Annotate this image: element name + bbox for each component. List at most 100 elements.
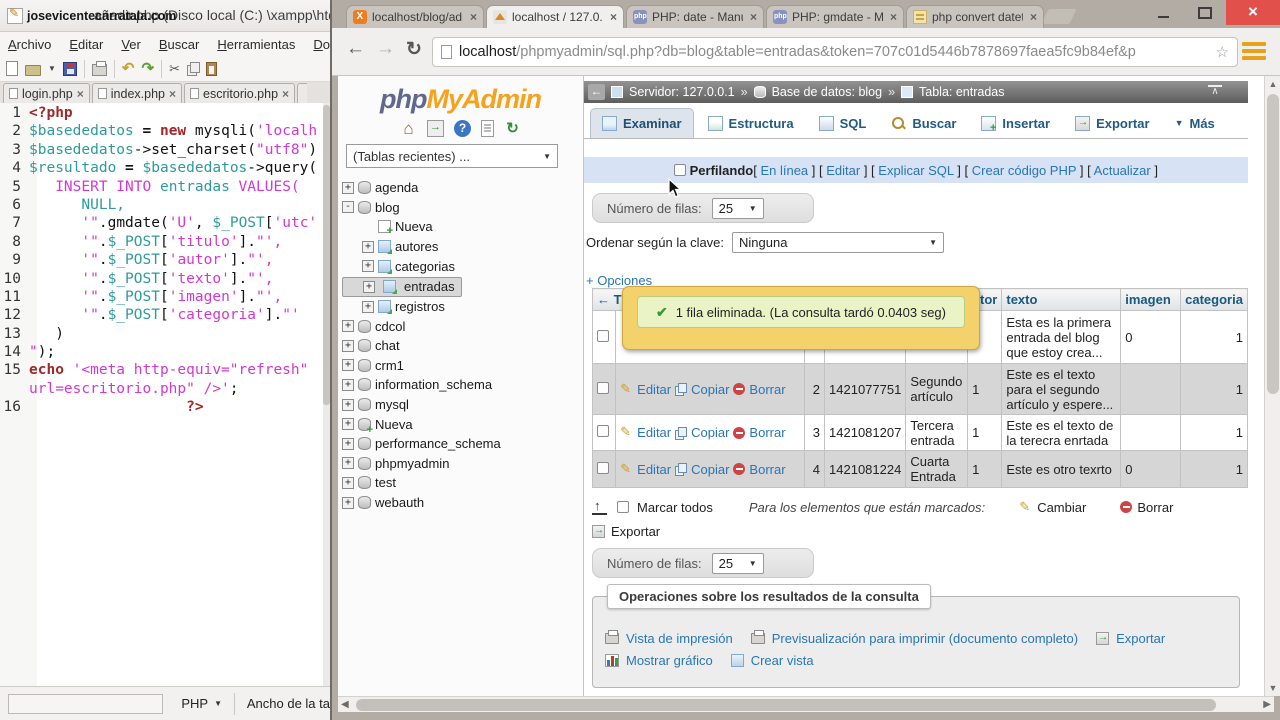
breadcrumb-server[interactable]: Servidor: 127.0.0.1 bbox=[629, 85, 735, 99]
profiling-link-explicar-sql[interactable]: Explicar SQL bbox=[878, 163, 953, 178]
editor-scrollbar[interactable] bbox=[323, 103, 330, 686]
delete-action[interactable]: Borrar bbox=[1120, 500, 1173, 515]
scroll-left-icon[interactable]: ◀ bbox=[341, 699, 349, 710]
sidebar-item-blog[interactable]: - blog bbox=[342, 198, 582, 218]
logout-icon[interactable] bbox=[427, 120, 444, 137]
scroll-up-icon[interactable]: ▲ bbox=[1265, 79, 1280, 89]
menu-archivo[interactable]: Archivo bbox=[8, 37, 51, 52]
copy-link[interactable]: Copiar bbox=[691, 462, 729, 477]
tree-expander-icon[interactable]: + bbox=[342, 476, 354, 489]
num-rows-select[interactable]: 25 ▼ bbox=[711, 197, 764, 219]
delete-link[interactable]: Borrar bbox=[749, 425, 785, 440]
undo-icon[interactable]: ↶ bbox=[122, 61, 135, 76]
browser-tab-php-gmdate-mar[interactable]: PHP: gmdate - Mar × bbox=[766, 5, 904, 28]
editor-tab-partial[interactable] bbox=[297, 83, 308, 103]
change-action[interactable]: Cambiar bbox=[1019, 499, 1086, 515]
home-icon[interactable]: ⌂ bbox=[400, 120, 417, 137]
sidebar-item-categorias[interactable]: + categorias bbox=[342, 256, 582, 276]
pma-tab-sql[interactable]: SQL bbox=[808, 108, 878, 138]
delete-link[interactable]: Borrar bbox=[749, 382, 785, 397]
editor-tab-escritorio-php[interactable]: escritorio.php × bbox=[184, 83, 296, 103]
save-icon[interactable] bbox=[62, 61, 77, 76]
sidebar-item-autores[interactable]: + autores bbox=[342, 237, 582, 257]
collapse-icon[interactable]: ∧ bbox=[1208, 85, 1222, 97]
tree-expander-icon[interactable]: + bbox=[342, 320, 354, 333]
num-rows-select-bottom[interactable]: 25 ▼ bbox=[711, 552, 764, 574]
sidebar-item-webauth[interactable]: + webauth bbox=[342, 493, 582, 513]
sort-select[interactable]: Ninguna ▼ bbox=[732, 232, 945, 253]
edit-link[interactable]: Editar bbox=[637, 382, 671, 397]
column-header-categoria[interactable]: categoria bbox=[1180, 288, 1248, 311]
row-checkbox[interactable] bbox=[597, 425, 609, 437]
browser-tab-php-date-manual[interactable]: PHP: date - Manual × bbox=[626, 5, 764, 28]
language-selector[interactable]: PHP ▼ bbox=[181, 696, 222, 711]
tree-expander-icon[interactable]: + bbox=[342, 496, 354, 509]
sidebar-item-test[interactable]: + test bbox=[342, 473, 582, 493]
browser-tab-localhost-blog-adm[interactable]: localhost/blog/adm × bbox=[346, 5, 484, 28]
cut-icon[interactable]: ✂ bbox=[169, 61, 180, 77]
reload-button[interactable]: ↻ bbox=[406, 38, 422, 61]
sidebar-item-nueva[interactable]: + Nueva bbox=[342, 414, 582, 436]
browser-horizontal-scrollbar[interactable]: ◀ ▶ bbox=[338, 696, 1274, 712]
sidebar-item-nueva[interactable]: Nueva bbox=[342, 217, 582, 237]
ops-link-vista-de-impresi-n[interactable]: Vista de impresión bbox=[626, 631, 733, 646]
close-icon[interactable]: × bbox=[282, 87, 289, 101]
copy-link[interactable]: Copiar bbox=[691, 425, 729, 440]
tab-close-icon[interactable]: × bbox=[1030, 10, 1037, 24]
editor-title-bar[interactable]: josevicentecarratala.com añadir.php (Dis… bbox=[0, 0, 330, 32]
breadcrumb-database[interactable]: Base de datos: blog bbox=[772, 85, 883, 99]
tree-expander-icon[interactable]: + bbox=[362, 260, 374, 273]
tree-expander-icon[interactable]: + bbox=[342, 378, 354, 391]
sidebar-item-performance-schema[interactable]: + performance_schema bbox=[342, 434, 582, 454]
copy-link[interactable]: Copiar bbox=[691, 382, 729, 397]
sidebar-item-cdcol[interactable]: + cdcol bbox=[342, 316, 582, 336]
browser-vertical-scrollbar[interactable]: ▲ ▼ bbox=[1264, 76, 1280, 696]
open-file-icon[interactable] bbox=[25, 64, 41, 76]
tab-close-icon[interactable]: × bbox=[890, 10, 897, 24]
browser-tab-localhost-127-0-0-1[interactable]: localhost / 127.0.0.1 × bbox=[486, 5, 624, 28]
ops-link-crear-vista[interactable]: Crear vista bbox=[751, 653, 814, 668]
tree-expander-icon[interactable]: + bbox=[363, 280, 375, 293]
row-checkbox[interactable] bbox=[597, 329, 609, 342]
code-view[interactable]: 1 <?php 2 $basededatos = new mysqli('localh… bbox=[0, 104, 324, 417]
sidebar-item-registros[interactable]: + registros bbox=[342, 297, 582, 317]
ops-link-exportar[interactable]: Exportar bbox=[1116, 631, 1165, 646]
bookmark-star-icon[interactable]: ☆ bbox=[1216, 43, 1229, 61]
row-checkbox[interactable] bbox=[597, 381, 609, 394]
back-button[interactable]: ← bbox=[346, 38, 365, 60]
check-all-label[interactable]: Marcar todos bbox=[637, 500, 713, 515]
ops-link-previsualizaci-n-para-imprimir-documento-completo[interactable]: Previsualización para imprimir (document… bbox=[772, 631, 1078, 646]
ops-link-mostrar-gr-fico[interactable]: Mostrar gráfico bbox=[626, 653, 713, 668]
tree-expander-icon[interactable]: + bbox=[362, 240, 374, 253]
tree-expander-icon[interactable]: + bbox=[342, 437, 354, 450]
url-text[interactable]: localhost/phpmyadmin/sql.php?db=blog&tab… bbox=[459, 44, 1136, 60]
breadcrumb-back-icon[interactable]: ← bbox=[588, 84, 605, 100]
close-button[interactable] bbox=[1226, 0, 1280, 25]
profiling-link-actualizar[interactable]: Actualizar bbox=[1094, 163, 1151, 178]
editor-tab-login-php[interactable]: login.php × bbox=[3, 83, 90, 103]
forward-button[interactable]: → bbox=[376, 38, 395, 60]
column-header-texto[interactable]: texto bbox=[1001, 288, 1122, 311]
sidebar-item-mysql[interactable]: + mysql bbox=[342, 395, 582, 415]
scroll-right-icon[interactable]: ▶ bbox=[1263, 699, 1271, 710]
edit-link[interactable]: Editar bbox=[637, 462, 671, 477]
row-checkbox[interactable] bbox=[597, 461, 609, 474]
recent-tables-select[interactable]: (Tablas recientes) ... ▼ bbox=[346, 144, 558, 168]
breadcrumb-table[interactable]: Tabla: entradas bbox=[919, 85, 1004, 99]
tree-expander-icon[interactable]: + bbox=[342, 181, 354, 194]
pma-tab-insertar[interactable]: Insertar bbox=[970, 108, 1061, 138]
pma-tab-buscar[interactable]: Buscar bbox=[880, 108, 967, 138]
sidebar-item-information-schema[interactable]: + information_schema bbox=[342, 375, 582, 395]
menu-herramientas[interactable]: Herramientas bbox=[217, 37, 295, 52]
profiling-checkbox[interactable] bbox=[674, 164, 687, 176]
sidebar-item-chat[interactable]: + chat bbox=[342, 336, 582, 356]
menu-documen[interactable]: Documen bbox=[313, 37, 330, 52]
new-file-icon[interactable] bbox=[6, 61, 18, 76]
new-tab-button[interactable] bbox=[1041, 9, 1077, 24]
pma-tab-m-s[interactable]: ▼ Más bbox=[1164, 108, 1226, 138]
pma-tab-exportar[interactable]: Exportar bbox=[1064, 108, 1160, 138]
tab-close-icon[interactable]: × bbox=[470, 10, 477, 24]
browser-vscroll-thumb[interactable] bbox=[1267, 94, 1279, 394]
refresh-icon[interactable]: ↻ bbox=[504, 120, 521, 137]
browser-hscroll-thumb[interactable] bbox=[356, 699, 1216, 711]
